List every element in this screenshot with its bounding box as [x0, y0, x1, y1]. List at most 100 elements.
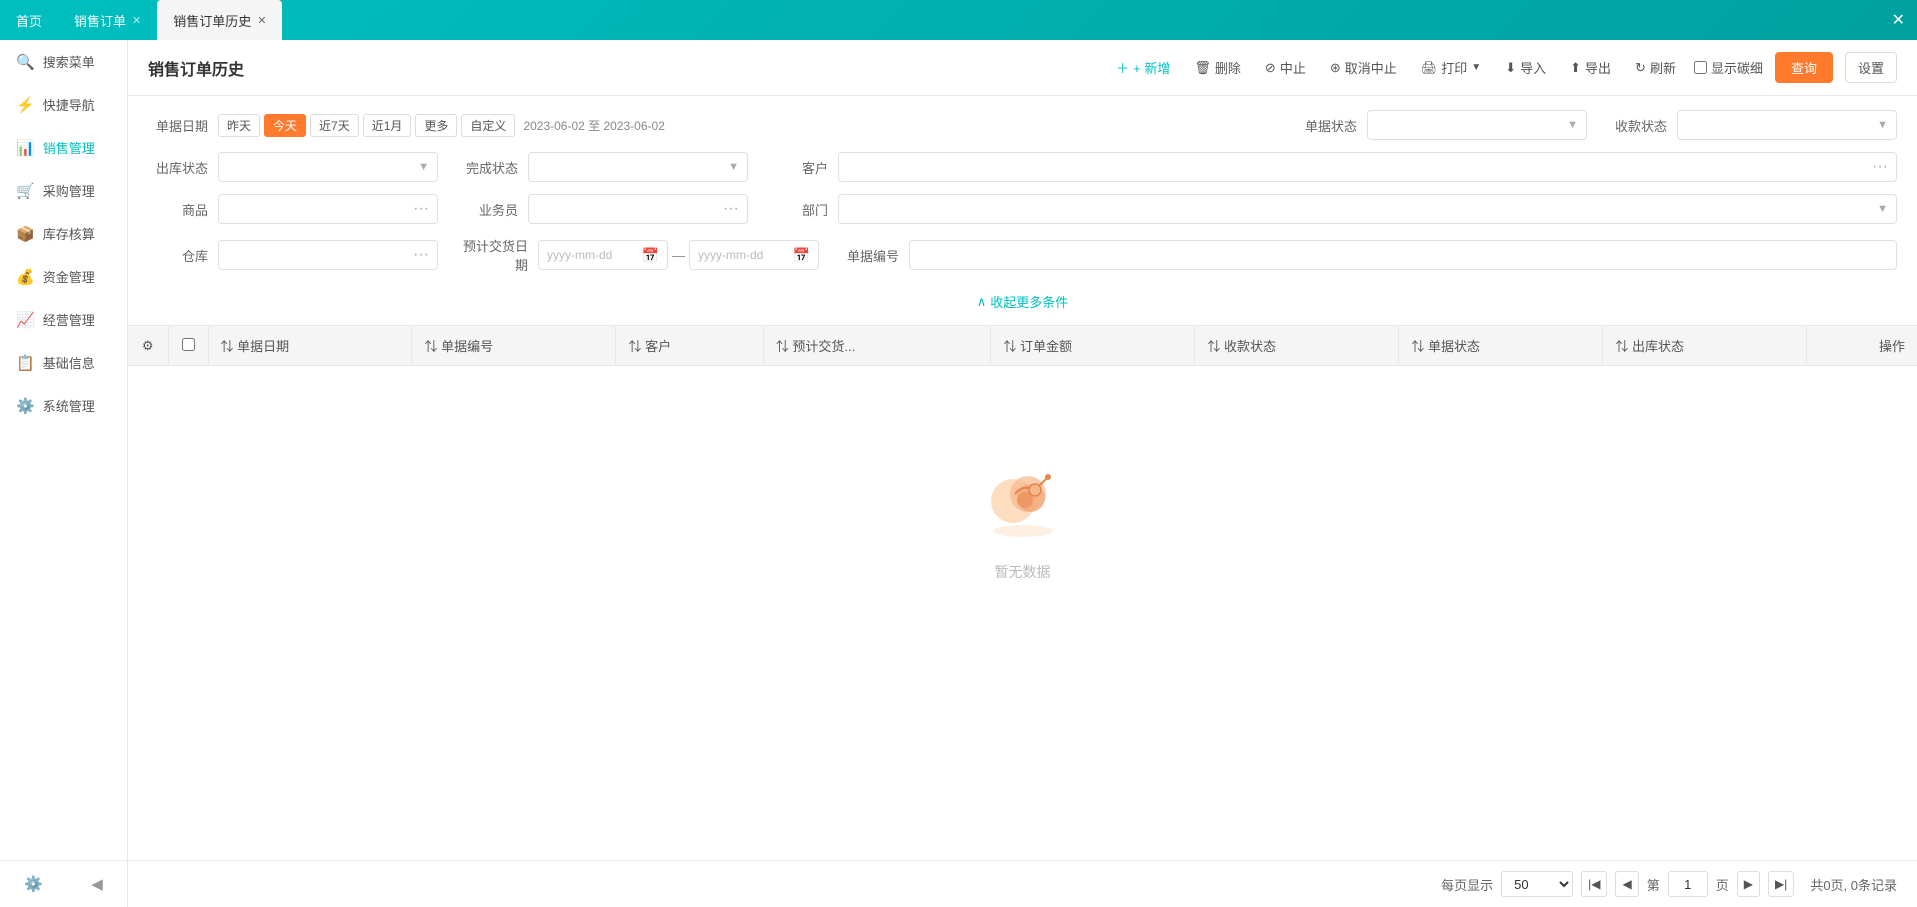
sidebar-item-finance[interactable]: 💰 资金管理	[0, 255, 127, 298]
collapse-button[interactable]: ∧ 收起更多条件	[977, 292, 1069, 311]
close-tab-sales-order-history[interactable]: ✕	[257, 14, 266, 27]
total-info: 共0页, 0条记录	[1810, 875, 1897, 894]
table-container: ⚙ ⇅ 单据日期 ⇅ 单据编号 ⇅ 客户	[128, 326, 1917, 860]
print-button[interactable]: 🖨 打印 ▼	[1415, 54, 1487, 81]
new-button[interactable]: ＋ + 新增	[1110, 54, 1176, 81]
toolbar: ＋ + 新增 🗑 删除 ⊘ 中止 ⊛ 取消中止 🖨 打印	[1110, 52, 1897, 83]
payment-status-arrow: ▼	[1877, 119, 1888, 131]
refresh-icon: ↻	[1635, 60, 1646, 76]
sidebar-item-quick-nav[interactable]: ⚡ 快捷导航	[0, 83, 127, 126]
warehouse-label: 仓库	[148, 246, 218, 265]
import-icon: ⬇	[1505, 60, 1516, 76]
stop-button[interactable]: ⊘ 中止	[1259, 54, 1312, 81]
select-all-checkbox[interactable]	[182, 338, 195, 351]
filter-row-1: 单据日期 昨天 今天 近7天 近1月 更多 自定义 2023-06-02 至 2…	[148, 110, 1897, 140]
export-button[interactable]: ⬆ 导出	[1564, 54, 1617, 81]
sidebar-item-purchase-mgmt[interactable]: 🛒 采购管理	[0, 169, 127, 212]
sidebar: 🔍 搜索菜单 ⚡ 快捷导航 📊 销售管理 🛒 采购管理 📦 库存核算 💰 资金管…	[0, 40, 128, 907]
expected-date-from[interactable]: yyyy-mm-dd 📅	[538, 240, 668, 270]
col-date-label: ⇅ 单据日期	[221, 339, 290, 354]
status-select[interactable]: ▼	[1367, 110, 1587, 140]
last-page-button[interactable]: ▶|	[1768, 871, 1794, 897]
outbound-label: 出库状态	[148, 158, 218, 177]
close-tab-sales-order[interactable]: ✕	[132, 14, 141, 27]
expected-date-to[interactable]: yyyy-mm-dd 📅	[689, 240, 819, 270]
date-btn-1month[interactable]: 近1月	[363, 114, 412, 137]
outbound-select[interactable]: ▼	[218, 152, 438, 182]
table-header: ⚙ ⇅ 单据日期 ⇅ 单据编号 ⇅ 客户	[128, 326, 1917, 366]
sidebar-collapse-button[interactable]: ◀	[85, 869, 109, 899]
dept-select[interactable]: ▼	[838, 194, 1897, 224]
customer-label: 客户	[768, 158, 838, 177]
display-cols-checkbox[interactable]: 显示碳细	[1694, 58, 1763, 77]
display-cols-input[interactable]	[1694, 61, 1707, 74]
calendar-to-icon: 📅	[793, 247, 810, 264]
tab-sales-order-history[interactable]: 销售订单历史 ✕	[157, 0, 282, 40]
page-header: 销售订单历史 ＋ + 新增 🗑 删除 ⊘ 中止 ⊛ 取消中止	[128, 40, 1917, 96]
prev-page-button[interactable]: ◀	[1615, 871, 1638, 897]
date-buttons: 昨天 今天 近7天 近1月 更多 自定义	[218, 114, 515, 137]
delete-button[interactable]: 🗑 删除	[1188, 54, 1247, 81]
page-size-select[interactable]: 50 20 100	[1501, 871, 1573, 897]
col-customer-label: ⇅ 客户	[628, 339, 671, 354]
sidebar-item-search-menu[interactable]: 🔍 搜索菜单	[0, 40, 127, 83]
date-btn-7days[interactable]: 近7天	[310, 114, 359, 137]
date-btn-more[interactable]: 更多	[415, 114, 457, 137]
date-btn-custom[interactable]: 自定义	[461, 114, 515, 137]
empty-state-row: 暂无数据	[128, 366, 1917, 663]
first-page-button[interactable]: |◀	[1581, 871, 1607, 897]
search-menu-icon: 🔍	[16, 53, 35, 71]
filter-row-2: 出库状态 ▼ 完成状态 ▼ 客户 ···	[148, 152, 1897, 182]
refresh-button[interactable]: ↻ 刷新	[1629, 54, 1682, 81]
sales-mgmt-icon: 📊	[16, 139, 35, 157]
print-dropdown-icon: ▼	[1471, 62, 1481, 73]
operations-icon: 📈	[16, 311, 35, 329]
next-page-button[interactable]: ▶	[1737, 871, 1760, 897]
cancel-stop-button[interactable]: ⊛ 取消中止	[1324, 54, 1403, 81]
tab-sales-order[interactable]: 销售订单 ✕	[58, 0, 157, 40]
date-range-text: 2023-06-02 至 2023-06-02	[523, 117, 664, 134]
goods-select[interactable]: ···	[218, 194, 438, 224]
sidebar-settings-button[interactable]: ⚙️	[18, 869, 49, 899]
col-settings[interactable]: ⚙	[128, 326, 168, 366]
customer-more-icon[interactable]: ···	[1872, 158, 1888, 176]
col-date: ⇅ 单据日期	[208, 326, 412, 366]
sidebar-item-sys-mgmt[interactable]: ⚙️ 系统管理	[0, 384, 127, 427]
status-label: 单据状态	[1297, 116, 1367, 135]
sidebar-item-operations[interactable]: 📈 经营管理	[0, 298, 127, 341]
main-layout: 🔍 搜索菜单 ⚡ 快捷导航 📊 销售管理 🛒 采购管理 📦 库存核算 💰 资金管…	[0, 40, 1917, 907]
quick-nav-icon: ⚡	[16, 96, 35, 114]
warehouse-select[interactable]: ···	[218, 240, 438, 270]
date-btn-yesterday[interactable]: 昨天	[218, 114, 260, 137]
delete-icon: 🗑	[1194, 60, 1211, 76]
complete-select[interactable]: ▼	[528, 152, 748, 182]
stop-icon: ⊘	[1265, 60, 1276, 76]
date-from-placeholder: yyyy-mm-dd	[547, 248, 612, 262]
col-checkbox	[168, 326, 208, 366]
sys-mgmt-icon: ⚙️	[16, 397, 35, 415]
tab-home[interactable]: 首页	[0, 0, 58, 40]
query-button[interactable]: 查询	[1775, 52, 1833, 83]
sidebar-item-inventory[interactable]: 📦 库存核算	[0, 212, 127, 255]
sidebar-item-sales-mgmt[interactable]: 📊 销售管理	[0, 126, 127, 169]
window-close-button[interactable]: ✕	[1892, 10, 1905, 30]
settings-button[interactable]: 设置	[1845, 52, 1897, 83]
inventory-icon: 📦	[16, 225, 35, 243]
warehouse-more-icon[interactable]: ···	[413, 246, 429, 264]
sidebar-item-base-info[interactable]: 📋 基础信息	[0, 341, 127, 384]
salesperson-select[interactable]: ···	[528, 194, 748, 224]
payment-status-select[interactable]: ▼	[1677, 110, 1897, 140]
pagination-bar: 每页显示 50 20 100 |◀ ◀ 第 页 ▶ ▶| 共0页, 0条记录	[128, 860, 1917, 907]
import-button[interactable]: ⬇ 导入	[1499, 54, 1552, 81]
goods-more-icon[interactable]: ···	[413, 200, 429, 218]
empty-text: 暂无数据	[995, 562, 1051, 582]
date-btn-today[interactable]: 今天	[264, 114, 306, 137]
dept-arrow: ▼	[1877, 203, 1888, 215]
print-icon: 🖨	[1421, 60, 1438, 76]
customer-select[interactable]: ···	[838, 152, 1897, 182]
payment-status-label: 收款状态	[1607, 116, 1677, 135]
collapse-up-icon: ∧	[977, 294, 987, 310]
page-number-input[interactable]	[1668, 871, 1708, 897]
order-no-input[interactable]	[909, 240, 1897, 270]
salesperson-more-icon[interactable]: ···	[723, 200, 739, 218]
